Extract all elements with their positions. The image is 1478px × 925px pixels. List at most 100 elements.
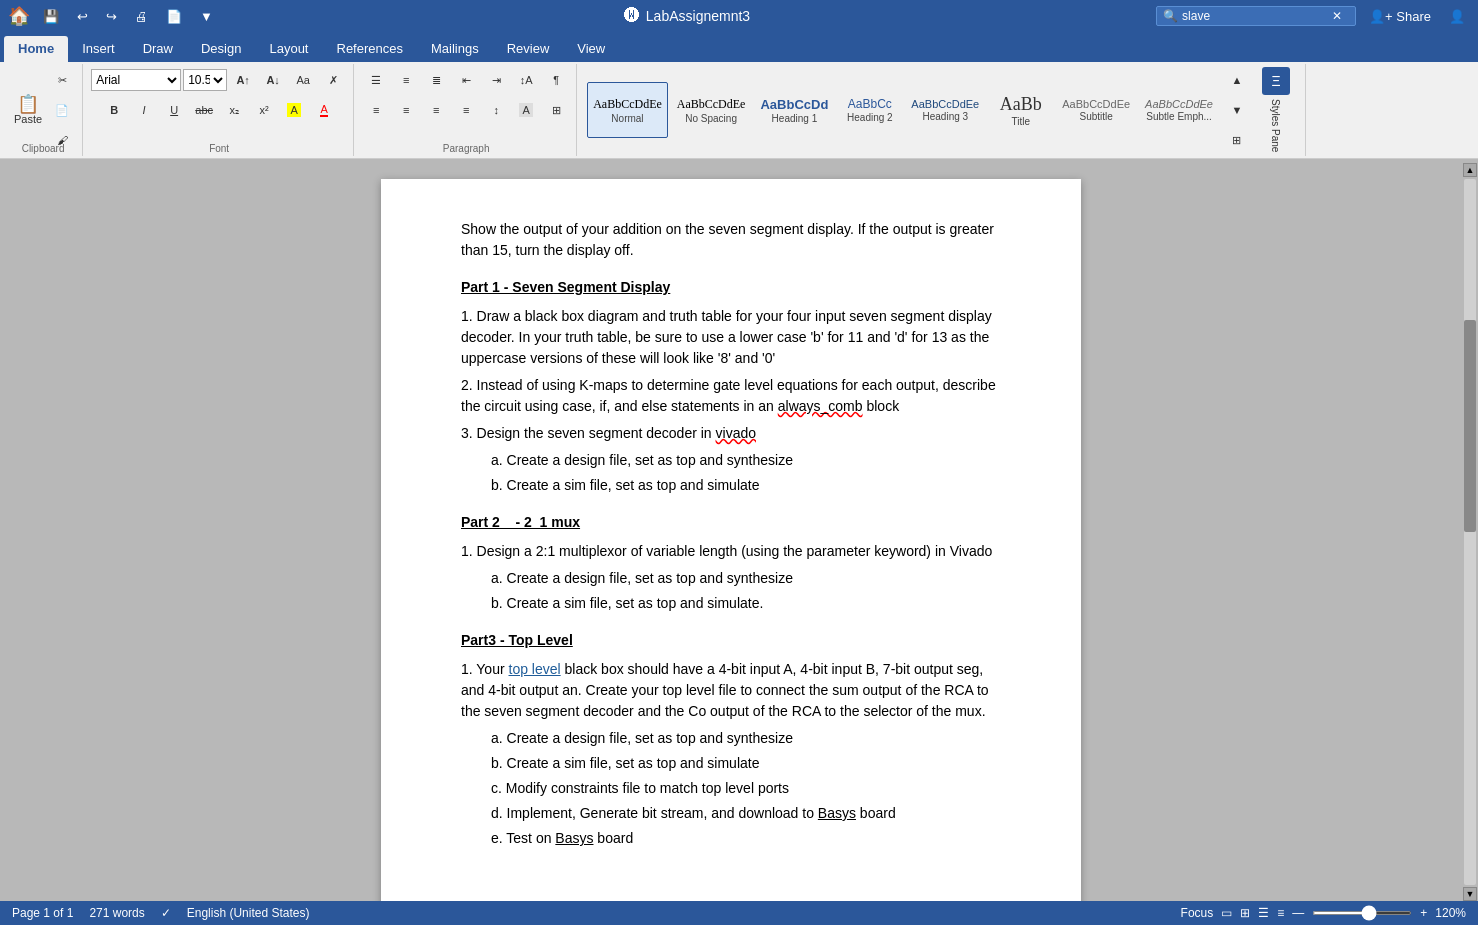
paste-button[interactable]: 📋 Paste — [10, 84, 46, 136]
grow-font-button[interactable]: A↑ — [229, 66, 257, 94]
part2-item1b: b. Create a sim file, set as top and sim… — [491, 593, 1001, 614]
search-box[interactable]: 🔍 ✕ — [1156, 6, 1356, 26]
part3-item1b: b. Create a sim file, set as top and sim… — [491, 753, 1001, 774]
tab-mailings[interactable]: Mailings — [417, 36, 493, 62]
zoom-in-icon[interactable]: + — [1420, 906, 1427, 920]
clear-search-icon[interactable]: ✕ — [1332, 9, 1342, 23]
style-subtitle[interactable]: AaBbCcDdEe Subtitle — [1056, 82, 1136, 138]
status-bar-right: Focus ▭ ⊞ ☰ ≡ — + 120% — [1181, 906, 1466, 920]
style-heading1[interactable]: AaBbCcDd Heading 1 — [754, 82, 834, 138]
style-no-spacing-label: No Spacing — [685, 113, 737, 124]
gallery-scroll-up[interactable]: ▲ — [1223, 66, 1251, 94]
share-button[interactable]: 👤+ Share — [1364, 7, 1436, 26]
strikethrough-icon: abc — [195, 104, 213, 116]
italic-label: I — [143, 104, 146, 116]
document-page: Show the output of your addition on the … — [381, 179, 1081, 901]
tab-review[interactable]: Review — [493, 36, 564, 62]
tab-insert[interactable]: Insert — [68, 36, 129, 62]
style-heading2[interactable]: AaBbCc Heading 2 — [837, 82, 902, 138]
style-title-preview: AaBb — [1000, 94, 1042, 115]
sort-icon: ↕A — [520, 74, 533, 86]
bold-button[interactable]: B — [100, 96, 128, 124]
style-heading1-label: Heading 1 — [772, 113, 818, 124]
style-title[interactable]: AaBb Title — [988, 82, 1053, 138]
scrollbar-area: ▲ ▼ — [1462, 159, 1478, 901]
styles-pane-button[interactable]: Ξ Styles Pane — [1251, 67, 1301, 152]
user-icon[interactable]: 👤 — [1444, 7, 1470, 26]
gallery-scroll-down[interactable]: ▼ — [1223, 96, 1251, 124]
line-spacing-icon: ↕ — [493, 104, 499, 116]
decrease-indent-button[interactable]: ⇤ — [452, 66, 480, 94]
document-title: LabAssignemnt3 — [646, 8, 750, 24]
shrink-font-button[interactable]: A↓ — [259, 66, 287, 94]
align-center-button[interactable]: ≡ — [392, 96, 420, 124]
ribbon-toolbar: 📋 Paste ✂ 📄 🖌 Clipboard Arial Calibri Ti… — [0, 62, 1478, 159]
focus-button[interactable]: Focus — [1181, 906, 1214, 920]
home-icon: 🏠 — [8, 5, 30, 27]
style-heading3[interactable]: AaBbCcDdEe Heading 3 — [905, 82, 985, 138]
print-button[interactable]: 🖨 — [130, 7, 153, 26]
align-left-button[interactable]: ≡ — [362, 96, 390, 124]
tab-home[interactable]: Home — [4, 36, 68, 62]
cut-button[interactable]: ✂ — [48, 66, 76, 94]
view-mode-icon-2[interactable]: ⊞ — [1240, 906, 1250, 920]
top-level-link: top level — [509, 661, 561, 677]
sort-button[interactable]: ↕A — [512, 66, 540, 94]
scroll-thumb[interactable] — [1464, 320, 1476, 532]
change-case-button[interactable]: Aa — [289, 66, 317, 94]
shading-button[interactable]: A — [512, 96, 540, 124]
search-input[interactable] — [1182, 9, 1332, 23]
scroll-down-button[interactable]: ▼ — [1463, 887, 1477, 901]
subscript-button[interactable]: x₂ — [220, 96, 248, 124]
undo-button[interactable]: ↩ — [72, 7, 93, 26]
style-heading1-preview: AaBbCcDd — [760, 97, 828, 112]
tab-draw[interactable]: Draw — [129, 36, 187, 62]
part1-item3b: b. Create a sim file, set as top and sim… — [491, 475, 1001, 496]
increase-indent-button[interactable]: ⇥ — [482, 66, 510, 94]
show-formatting-button[interactable]: ¶ — [542, 66, 570, 94]
bullets-button[interactable]: ☰ — [362, 66, 390, 94]
scroll-up-button[interactable]: ▲ — [1463, 163, 1477, 177]
redo-button[interactable]: ↪ — [101, 7, 122, 26]
align-right-button[interactable]: ≡ — [422, 96, 450, 124]
style-normal[interactable]: AaBbCcDdEe Normal — [587, 82, 668, 138]
tab-layout[interactable]: Layout — [255, 36, 322, 62]
line-spacing-button[interactable]: ↕ — [482, 96, 510, 124]
style-subtle-emph[interactable]: AaBbCcDdEe Subtle Emph... — [1139, 82, 1219, 138]
superscript-button[interactable]: x² — [250, 96, 278, 124]
tab-design[interactable]: Design — [187, 36, 255, 62]
new-doc-button[interactable]: 📄 — [161, 7, 187, 26]
italic-button[interactable]: I — [130, 96, 158, 124]
text-highlight-button[interactable]: A — [280, 96, 308, 124]
save-button[interactable]: 💾 — [38, 7, 64, 26]
strikethrough-button[interactable]: abc — [190, 96, 218, 124]
numbering-icon: ≡ — [403, 74, 409, 86]
document-container[interactable]: Show the output of your addition on the … — [0, 159, 1462, 901]
view-mode-icon-4[interactable]: ≡ — [1277, 906, 1284, 920]
zoom-out-icon[interactable]: — — [1292, 906, 1304, 920]
view-mode-icon-1[interactable]: ▭ — [1221, 906, 1232, 920]
quick-access-dropdown[interactable]: ▼ — [195, 7, 218, 26]
font-family-select[interactable]: Arial Calibri Times New Roman — [91, 69, 181, 91]
tab-references[interactable]: References — [323, 36, 417, 62]
font-size-select[interactable]: 10.5 11 12 14 — [183, 69, 227, 91]
font-color-button[interactable]: A — [310, 96, 338, 124]
multilevel-list-button[interactable]: ≣ — [422, 66, 450, 94]
clear-format-button[interactable]: ✗ — [319, 66, 347, 94]
grow-icon: A↑ — [236, 74, 249, 86]
zoom-slider[interactable] — [1312, 911, 1412, 915]
superscript-icon: x² — [260, 104, 269, 116]
style-no-spacing[interactable]: AaBbCcDdEe No Spacing — [671, 82, 752, 138]
view-mode-icon-3[interactable]: ☰ — [1258, 906, 1269, 920]
word-logo-icon: 🅦 — [624, 7, 640, 25]
numbering-button[interactable]: ≡ — [392, 66, 420, 94]
align-right-icon: ≡ — [433, 104, 439, 116]
justify-button[interactable]: ≡ — [452, 96, 480, 124]
vivado-text: vivado — [716, 425, 756, 441]
borders-button[interactable]: ⊞ — [542, 96, 570, 124]
tab-view[interactable]: View — [563, 36, 619, 62]
underline-button[interactable]: U — [160, 96, 188, 124]
gallery-more[interactable]: ⊞ — [1223, 126, 1251, 154]
copy-button[interactable]: 📄 — [48, 96, 76, 124]
part1-item3-text: Design the seven segment decoder in — [477, 425, 716, 441]
